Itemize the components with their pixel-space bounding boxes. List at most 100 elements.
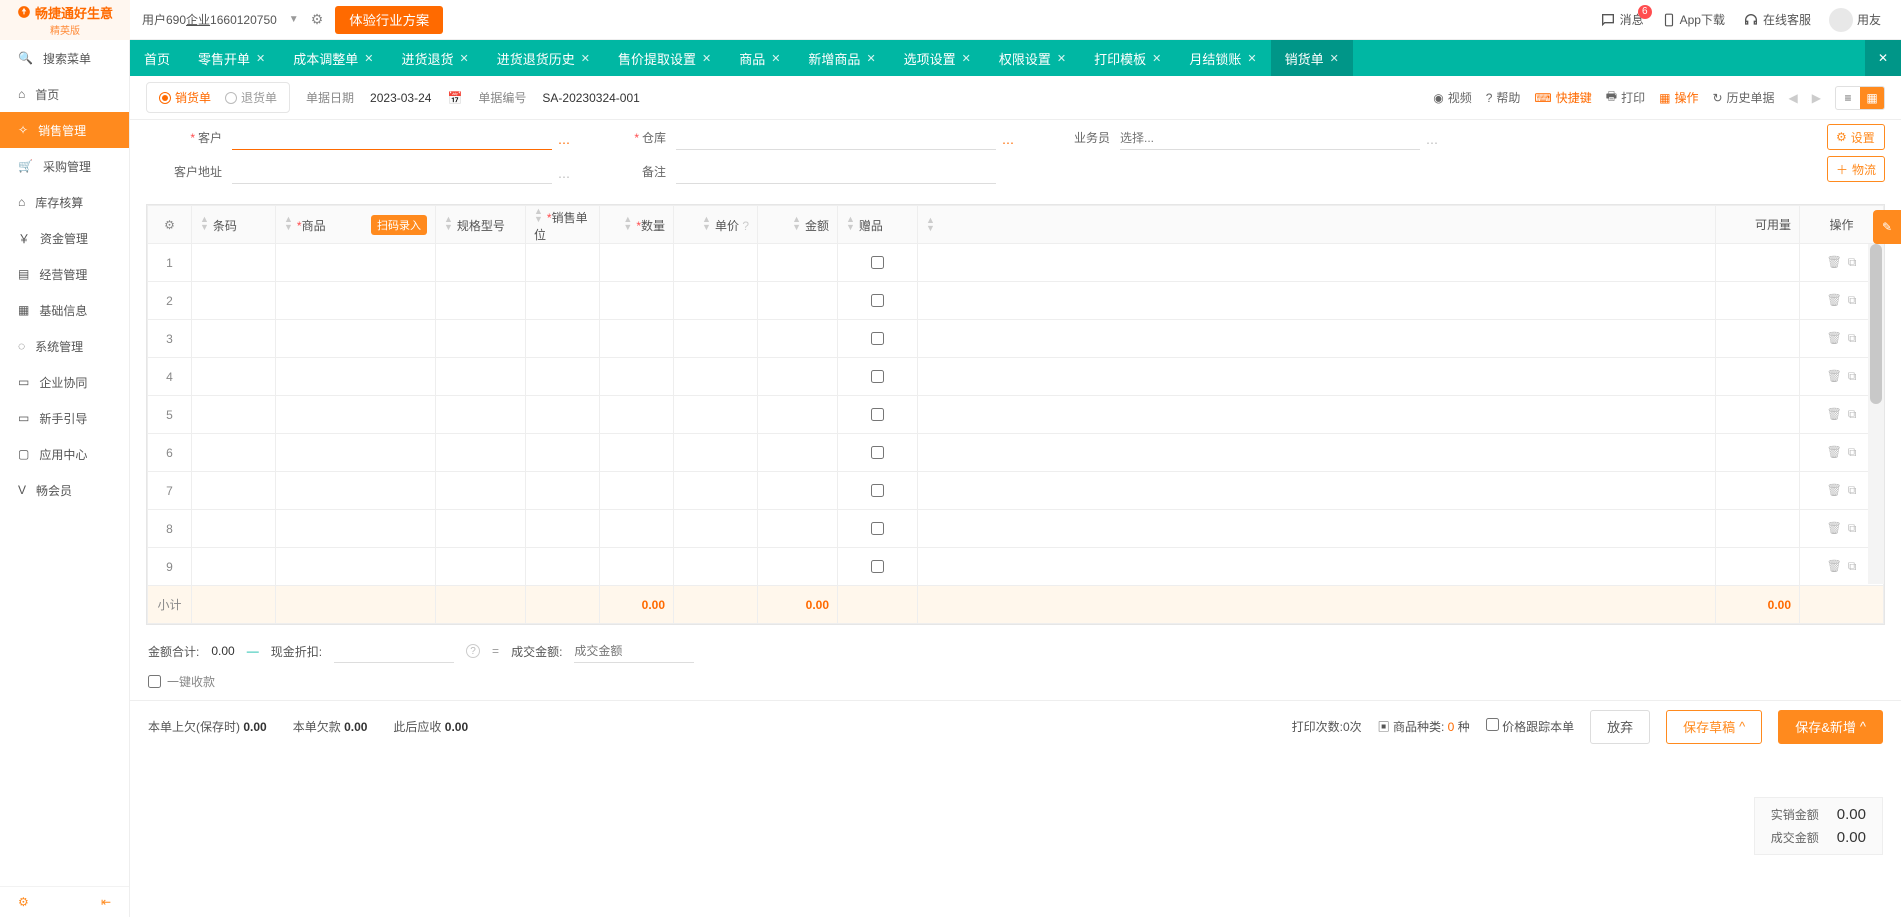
view-grid-icon[interactable]: ▦ <box>1860 87 1884 109</box>
delete-row-icon[interactable]: 🗑 <box>1827 407 1842 421</box>
table-row[interactable]: 3🗑⧉ <box>148 320 1884 358</box>
close-all-tabs[interactable]: ✕ <box>1865 40 1901 76</box>
copy-row-icon[interactable]: ⧉ <box>1848 255 1857 269</box>
tab-2[interactable]: 成本调整单✕ <box>279 40 387 76</box>
discount-input[interactable] <box>334 639 454 663</box>
customer-input[interactable] <box>232 126 552 150</box>
col-qty[interactable]: ▲▼*数量 <box>600 206 674 244</box>
shortcut-link[interactable]: ⌨ 快捷键 <box>1534 89 1591 106</box>
sidebar-item-3[interactable]: 🛒采购管理 <box>0 148 129 184</box>
delete-row-icon[interactable]: 🗑 <box>1827 521 1842 535</box>
save-new-button[interactable]: 保存&新增 ^ <box>1778 710 1883 744</box>
col-gift[interactable]: ▲▼赠品 <box>838 206 918 244</box>
sidebar-item-0[interactable]: 🔍搜索菜单 <box>0 40 129 76</box>
close-icon[interactable]: ✕ <box>962 52 971 65</box>
close-icon[interactable]: ✕ <box>702 52 711 65</box>
gift-checkbox[interactable] <box>871 370 884 383</box>
salesman-picker-icon[interactable]: ⋯ <box>1426 136 1440 150</box>
prev-doc-icon[interactable]: ◀ <box>1789 91 1798 105</box>
tab-9[interactable]: 权限设置✕ <box>985 40 1080 76</box>
table-row[interactable]: 6🗑⧉ <box>148 434 1884 472</box>
gift-checkbox[interactable] <box>871 560 884 573</box>
discount-help-icon[interactable]: ? <box>466 644 480 658</box>
copy-row-icon[interactable]: ⧉ <box>1848 369 1857 383</box>
sidebar-collapse-icon[interactable]: ⇤ <box>101 895 111 909</box>
sidebar-item-2[interactable]: ✧销售管理 <box>0 112 129 148</box>
warehouse-input[interactable] <box>676 126 996 150</box>
sidebar-item-10[interactable]: ▭新手引导 <box>0 400 129 436</box>
feedback-tab-icon[interactable]: ✎ <box>1873 210 1901 244</box>
sidebar-item-6[interactable]: ▤经营管理 <box>0 256 129 292</box>
price-track-checkbox[interactable] <box>1486 718 1499 731</box>
warehouse-picker-icon[interactable]: ⋯ <box>1002 136 1016 150</box>
col-spec[interactable]: ▲▼规格型号 <box>436 206 526 244</box>
radio-sale[interactable]: 销货单 <box>159 89 211 106</box>
sidebar-settings-icon[interactable]: ⚙ <box>18 895 29 909</box>
customer-picker-icon[interactable]: ⋯ <box>558 136 572 150</box>
col-product[interactable]: ▲▼*商品扫码录入 <box>276 206 436 244</box>
gift-checkbox[interactable] <box>871 256 884 269</box>
next-doc-icon[interactable]: ▶ <box>1812 91 1821 105</box>
sidebar-item-7[interactable]: ▦基础信息 <box>0 292 129 328</box>
gift-checkbox[interactable] <box>871 408 884 421</box>
copy-row-icon[interactable]: ⧉ <box>1848 559 1857 573</box>
sidebar-item-9[interactable]: ▭企业协同 <box>0 364 129 400</box>
sidebar-item-1[interactable]: ⌂首页 <box>0 76 129 112</box>
table-row[interactable]: 7🗑⧉ <box>148 472 1884 510</box>
tab-0[interactable]: 首页 <box>130 40 184 76</box>
brand-logo[interactable]: 畅捷通好生意 精英版 <box>0 0 130 40</box>
sidebar-item-12[interactable]: V畅会员 <box>0 472 129 508</box>
close-icon[interactable]: ✕ <box>1247 52 1256 65</box>
support-button[interactable]: 在线客服 <box>1743 11 1811 28</box>
copy-row-icon[interactable]: ⧉ <box>1848 483 1857 497</box>
sidebar-item-5[interactable]: ￥资金管理 <box>0 220 129 256</box>
table-row[interactable]: 2🗑⧉ <box>148 282 1884 320</box>
tab-10[interactable]: 打印模板✕ <box>1080 40 1175 76</box>
table-row[interactable]: 4🗑⧉ <box>148 358 1884 396</box>
messages-button[interactable]: 消息 6 <box>1600 11 1644 28</box>
doc-date[interactable]: 2023-03-24 <box>370 91 431 105</box>
delete-row-icon[interactable]: 🗑 <box>1827 255 1842 269</box>
tab-1[interactable]: 零售开单✕ <box>184 40 279 76</box>
tab-3[interactable]: 进货退货✕ <box>387 40 482 76</box>
one-click-receipt-checkbox[interactable] <box>148 675 161 688</box>
copy-row-icon[interactable]: ⧉ <box>1848 407 1857 421</box>
table-row[interactable]: 5🗑⧉ <box>148 396 1884 434</box>
close-icon[interactable]: ✕ <box>1330 52 1339 65</box>
app-download-button[interactable]: App下载 <box>1662 11 1725 28</box>
tab-7[interactable]: 新增商品✕ <box>794 40 889 76</box>
ops-link[interactable]: ▦ 操作 <box>1659 89 1698 106</box>
deal-input[interactable] <box>574 639 694 663</box>
price-track[interactable]: 价格跟踪本单 <box>1486 718 1574 735</box>
table-row[interactable]: 8🗑⧉ <box>148 510 1884 548</box>
discard-button[interactable]: 放弃 <box>1590 710 1650 744</box>
tab-6[interactable]: 商品✕ <box>725 40 794 76</box>
save-draft-button[interactable]: 保存草稿 ^ <box>1666 710 1762 744</box>
settings-button[interactable]: ⚙ 设置 <box>1827 124 1885 150</box>
print-link[interactable]: 🖶 打印 <box>1606 87 1645 108</box>
copy-row-icon[interactable]: ⧉ <box>1848 293 1857 307</box>
delete-row-icon[interactable]: 🗑 <box>1827 445 1842 459</box>
copy-row-icon[interactable]: ⧉ <box>1848 445 1857 459</box>
sidebar-item-4[interactable]: ⌂库存核算 <box>0 184 129 220</box>
copy-row-icon[interactable]: ⧉ <box>1848 521 1857 535</box>
scan-entry-button[interactable]: 扫码录入 <box>371 215 427 235</box>
history-link[interactable]: ↻ 历史单据 <box>1712 89 1774 106</box>
col-amount[interactable]: ▲▼金额 <box>758 206 838 244</box>
tab-11[interactable]: 月结锁账✕ <box>1175 40 1270 76</box>
address-input[interactable] <box>232 160 552 184</box>
calendar-icon[interactable]: 📅 <box>447 91 462 105</box>
delete-row-icon[interactable]: 🗑 <box>1827 369 1842 383</box>
tenant-selector[interactable]: 用户690企业1660120750 ▼ <box>142 11 311 28</box>
col-unit[interactable]: ▲▼*销售单位 <box>526 206 600 244</box>
close-icon[interactable]: ✕ <box>866 52 875 65</box>
delete-row-icon[interactable]: 🗑 <box>1827 293 1842 307</box>
close-icon[interactable]: ✕ <box>581 52 590 65</box>
address-picker-icon[interactable]: ⋯ <box>558 170 572 184</box>
salesman-input[interactable] <box>1120 126 1420 150</box>
table-row[interactable]: 9🗑⧉ <box>148 548 1884 586</box>
gift-checkbox[interactable] <box>871 522 884 535</box>
tab-4[interactable]: 进货退货历史✕ <box>483 40 604 76</box>
close-icon[interactable]: ✕ <box>364 52 373 65</box>
close-icon[interactable]: ✕ <box>460 52 469 65</box>
